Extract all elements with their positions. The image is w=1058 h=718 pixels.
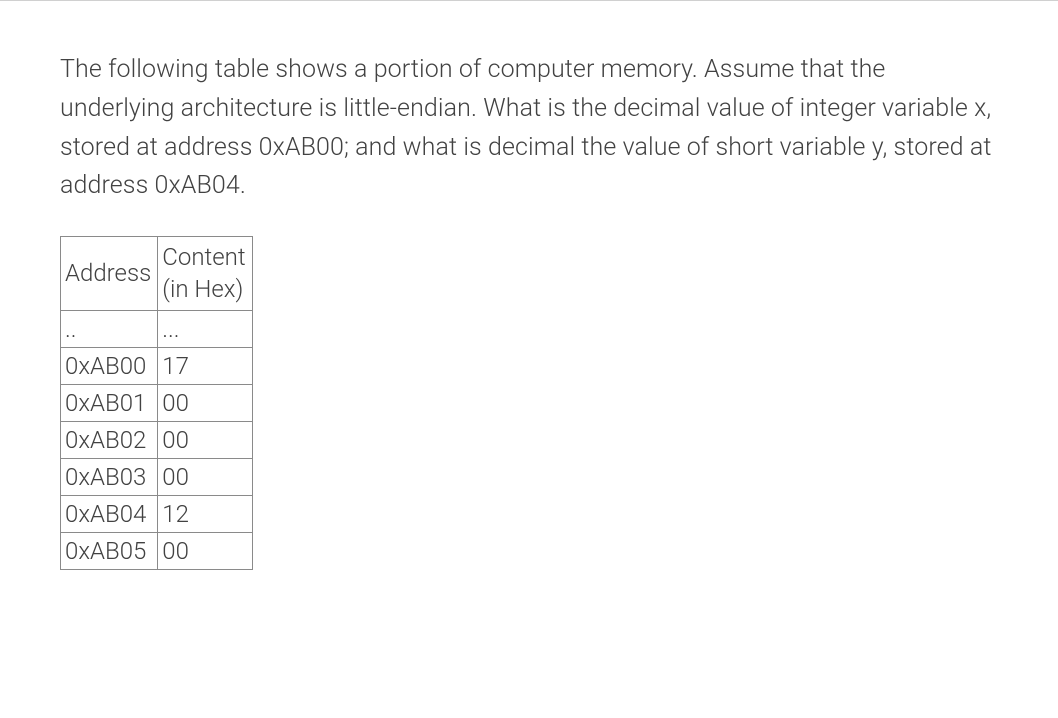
question-container: The following table shows a portion of c… bbox=[0, 0, 1058, 610]
cell-address: 0xAB02 bbox=[61, 421, 158, 458]
cell-address: .. bbox=[61, 310, 158, 347]
header-content-line1: Content bbox=[162, 243, 245, 271]
header-content: Content (in Hex) bbox=[158, 237, 252, 311]
cell-address: 0xAB03 bbox=[61, 458, 158, 495]
header-content-line2: (in Hex) bbox=[162, 275, 243, 303]
question-paragraph: The following table shows a portion of c… bbox=[60, 51, 998, 206]
cell-content: 00 bbox=[158, 421, 252, 458]
cell-content: 00 bbox=[158, 458, 252, 495]
cell-address: 0xAB04 bbox=[61, 495, 158, 532]
memory-table: Address Content (in Hex) .. ... 0xAB00 1… bbox=[60, 236, 253, 570]
table-header-row: Address Content (in Hex) bbox=[61, 237, 253, 311]
cell-address: 0xAB01 bbox=[61, 384, 158, 421]
table-row: 0xAB01 00 bbox=[61, 384, 253, 421]
table-row: 0xAB05 00 bbox=[61, 532, 253, 569]
cell-content: 17 bbox=[158, 347, 252, 384]
header-address: Address bbox=[61, 237, 158, 311]
table-row: 0xAB00 17 bbox=[61, 347, 253, 384]
cell-address: 0xAB00 bbox=[61, 347, 158, 384]
cell-content: 00 bbox=[158, 532, 252, 569]
table-row: .. ... bbox=[61, 310, 253, 347]
table-row: 0xAB02 00 bbox=[61, 421, 253, 458]
cell-content: 00 bbox=[158, 384, 252, 421]
cell-content: 12 bbox=[158, 495, 252, 532]
cell-content: ... bbox=[158, 310, 252, 347]
cell-address: 0xAB05 bbox=[61, 532, 158, 569]
table-row: 0xAB04 12 bbox=[61, 495, 253, 532]
table-row: 0xAB03 00 bbox=[61, 458, 253, 495]
